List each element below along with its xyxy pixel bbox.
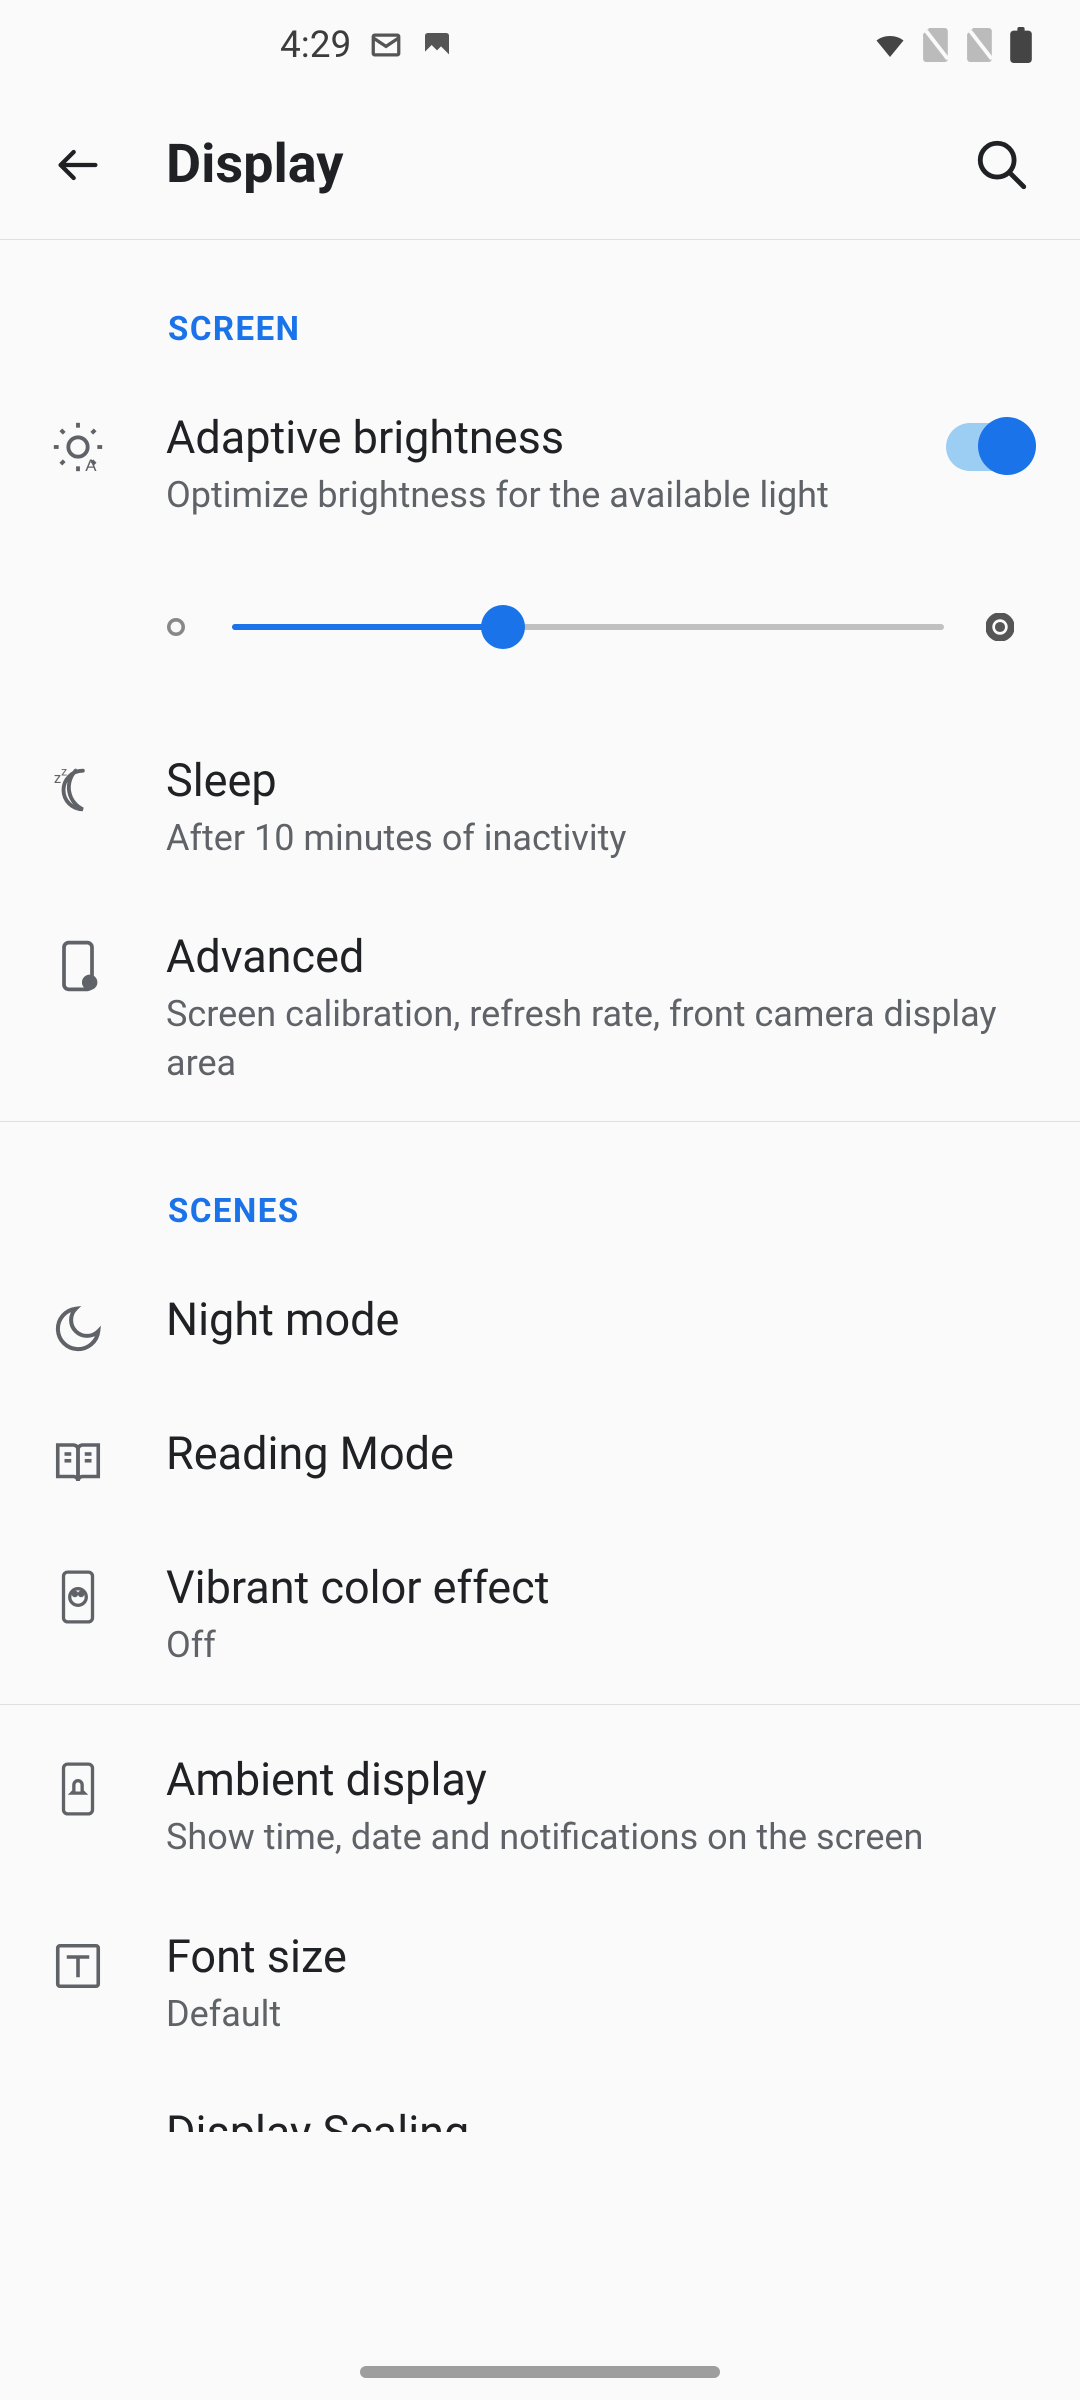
font-size-title: Font size [166,1930,1032,1984]
adaptive-brightness-title: Adaptive brightness [166,411,888,465]
mail-icon [369,28,403,62]
font-size-sub: Default [166,1990,1032,2039]
vibrant-color-row[interactable]: Vibrant color effect Off [0,1527,1080,1704]
ambient-display-sub: Show time, date and notifications on the… [166,1813,1032,1862]
night-mode-row[interactable]: Night mode [0,1259,1080,1393]
vibrant-color-sub: Off [166,1621,1032,1670]
sleep-sub: After 10 minutes of inactivity [166,814,1032,863]
navigation-handle[interactable] [360,2366,720,2378]
phone-palette-icon [48,1567,108,1627]
back-button[interactable] [48,135,108,195]
svg-text:z: z [54,769,61,786]
toolbar: Display [0,90,1080,240]
adaptive-brightness-sub: Optimize brightness for the available li… [166,471,888,520]
sleep-title: Sleep [166,754,1032,808]
status-time: 4:29 [280,24,351,67]
advanced-sub: Screen calibration, refresh rate, front … [166,990,1032,1087]
wifi-icon [872,27,908,63]
adaptive-brightness-toggle[interactable] [946,423,1032,471]
brightness-slider-thumb[interactable] [481,605,525,649]
reading-mode-title: Reading Mode [166,1427,1032,1481]
sim-disabled-icon [966,28,996,62]
brightness-slider-row [0,554,1080,720]
svg-text:A: A [85,456,97,475]
svg-text:z: z [61,764,67,778]
reading-mode-row[interactable]: Reading Mode [0,1393,1080,1527]
moon-icon [48,1299,108,1359]
image-icon [421,29,453,61]
status-bar: 4:29 [0,0,1080,90]
phone-notification-icon [48,1759,108,1819]
advanced-row[interactable]: Advanced Screen calibration, refresh rat… [0,896,1080,1121]
text-size-icon [48,1936,108,1996]
night-mode-title: Night mode [166,1293,1032,1347]
ambient-display-title: Ambient display [166,1753,1032,1807]
brightness-auto-icon: A [48,417,108,477]
sim-disabled-icon [922,28,952,62]
brightness-slider[interactable] [232,607,944,647]
battery-icon [1010,27,1032,63]
sleep-icon: z z [48,760,108,820]
brightness-min-icon [156,607,196,647]
brightness-max-icon [980,607,1020,647]
book-icon [48,1433,108,1493]
section-header-scenes: SCENES [0,1122,1080,1259]
ambient-display-row[interactable]: Ambient display Show time, date and noti… [0,1705,1080,1896]
page-title: Display [166,133,914,196]
vibrant-color-title: Vibrant color effect [166,1561,1032,1615]
search-button[interactable] [972,135,1032,195]
adaptive-brightness-row[interactable]: A Adaptive brightness Optimize brightnes… [0,377,1080,554]
display-scaling-title: Display Scaling [166,2106,1032,2132]
phone-gear-icon [48,936,108,996]
sleep-row[interactable]: z z Sleep After 10 minutes of inactivity [0,720,1080,897]
font-size-row[interactable]: Font size Default [0,1896,1080,2073]
scaling-icon [48,2112,108,2132]
section-header-screen: SCREEN [0,240,1080,377]
display-scaling-row[interactable]: Display Scaling [0,2072,1080,2132]
advanced-title: Advanced [166,930,1032,984]
